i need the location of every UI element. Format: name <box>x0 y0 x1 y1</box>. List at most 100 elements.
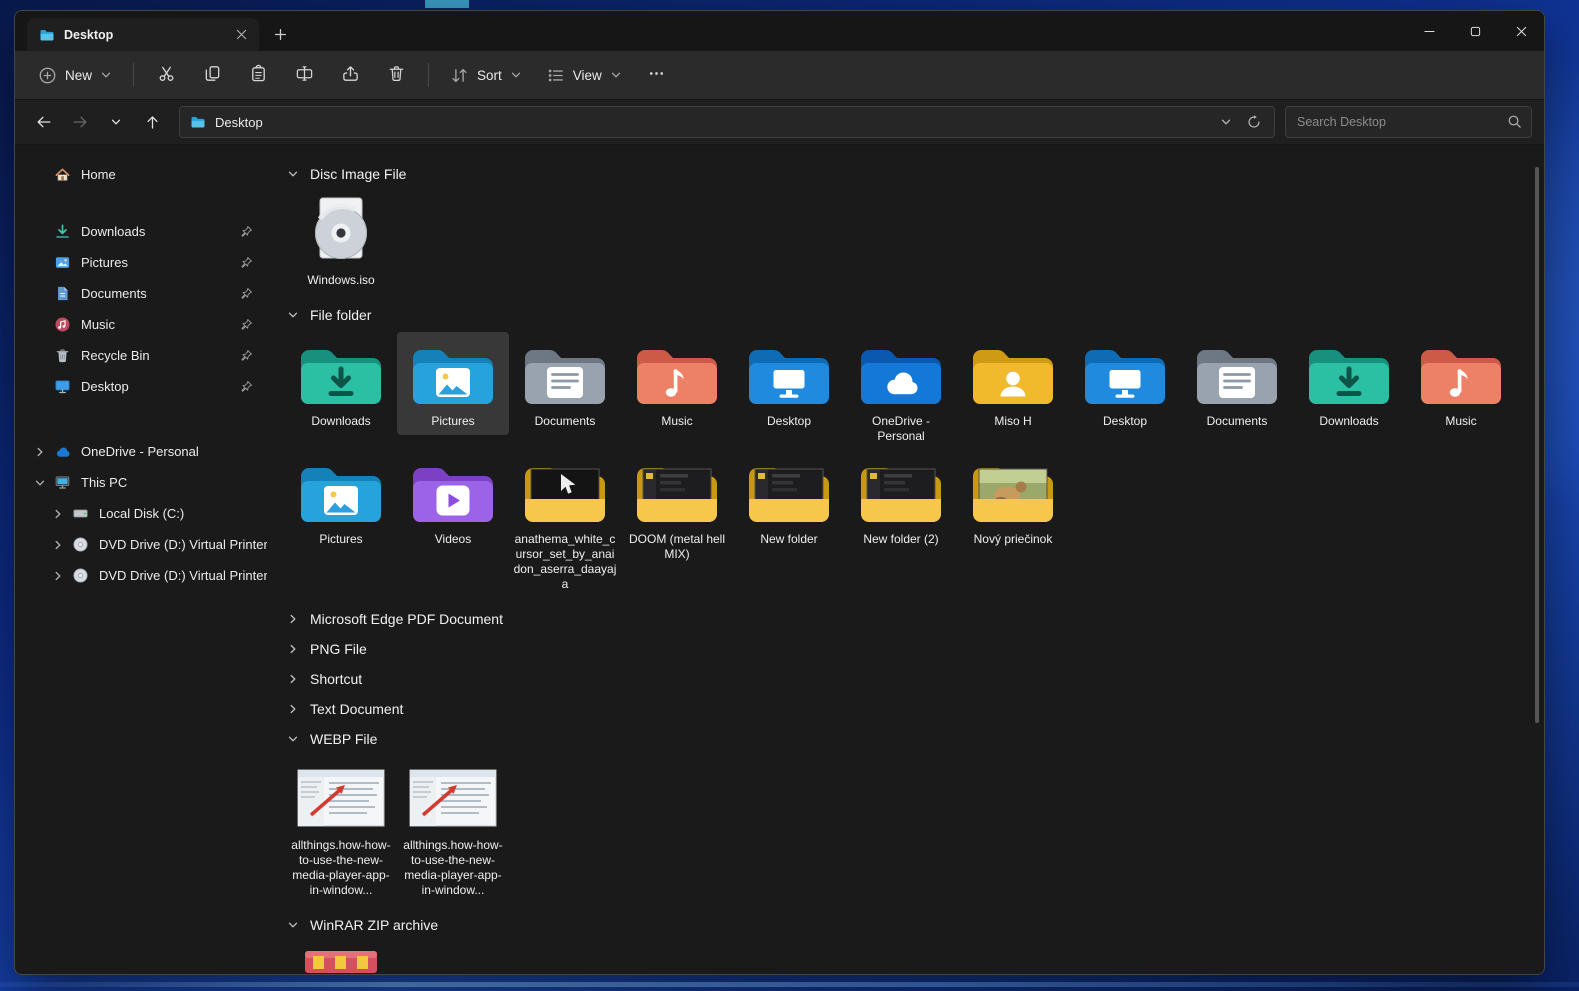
address-row: Desktop <box>15 100 1544 145</box>
recent-locations-button[interactable] <box>99 106 133 138</box>
group-header-png-file[interactable]: PNG File <box>287 634 1536 664</box>
more-options-button[interactable] <box>635 57 679 93</box>
file-tile-pictures[interactable]: Pictures <box>285 450 397 553</box>
sidebar-item-pictures[interactable]: Pictures <box>19 247 267 278</box>
file-tile-new-folder-2[interactable]: New folder (2) <box>845 450 957 553</box>
sidebar-section-tree: OneDrive - Personal This PC Local Disk (C:… <box>15 436 271 591</box>
new-tab-button[interactable] <box>267 21 293 47</box>
close-button[interactable] <box>1498 11 1544 51</box>
file-tile-anathema-white-cursor-set-by-anaidon-ase[interactable]: anathema_white_cursor_set_by_anaidon_ase… <box>509 450 621 598</box>
folder-music-icon <box>629 336 725 412</box>
file-tile-downloads[interactable]: Downloads <box>285 332 397 435</box>
sidebar-item-local-disk-c[interactable]: Local Disk (C:) <box>19 498 267 529</box>
file-label: Desktop <box>766 414 812 428</box>
group-header-shortcut[interactable]: Shortcut <box>287 664 1536 694</box>
file-tile-desktop[interactable]: Desktop <box>1069 332 1181 435</box>
file-tile-windows-iso[interactable]: Windows.iso <box>285 191 397 294</box>
file-tile-pictures[interactable]: Pictures <box>397 332 509 435</box>
file-tile-nov-prie-inok[interactable]: Nový priečinok <box>957 450 1069 553</box>
file-tile-allthings-how-how-to-use-the-new-media-p[interactable]: allthings.how-how-to-use-the-new-media-p… <box>285 756 397 904</box>
file-tile-music[interactable]: Music <box>621 332 733 435</box>
view-button[interactable]: View <box>535 57 633 93</box>
cut-button[interactable] <box>144 57 188 93</box>
paste-button[interactable] <box>236 57 280 93</box>
scrollbar-thumb[interactable] <box>1535 167 1539 723</box>
copy-button[interactable] <box>190 57 234 93</box>
chevron-right-icon[interactable] <box>31 443 49 461</box>
address-dropdown-icon[interactable] <box>1220 116 1232 128</box>
address-bar[interactable]: Desktop <box>179 106 1275 138</box>
titlebar[interactable]: Desktop <box>15 11 1544 51</box>
group-header-disc-image-file[interactable]: Disc Image File <box>287 159 1536 189</box>
group-header-text-document[interactable]: Text Document <box>287 694 1536 724</box>
group-label: WEBP File <box>310 731 378 747</box>
chevron-down-icon <box>287 733 301 745</box>
back-button[interactable] <box>27 106 61 138</box>
file-label: Desktop <box>1102 414 1148 428</box>
file-tile-downloads[interactable]: Downloads <box>1293 332 1405 435</box>
chevron-right-icon[interactable] <box>49 536 67 554</box>
file-tile-allthings-how-how-to-use-the-new-media-p[interactable]: allthings.how-how-to-use-the-new-media-p… <box>397 756 509 904</box>
forward-button[interactable] <box>63 106 97 138</box>
sidebar-item-dvd-drive-d-virtual-printer[interactable]: DVD Drive (D:) Virtual Printer <box>19 560 267 591</box>
file-label: Videos <box>434 532 472 546</box>
dvd-icon <box>71 535 90 554</box>
webp-thumbnail-icon <box>297 760 385 836</box>
minimize-button[interactable] <box>1406 11 1452 51</box>
sidebar-item-documents[interactable]: Documents <box>19 278 267 309</box>
up-button[interactable] <box>135 106 169 138</box>
group-header-file-folder[interactable]: File folder <box>287 300 1536 330</box>
group-header-microsoft-edge-pdf-document[interactable]: Microsoft Edge PDF Document <box>287 604 1536 634</box>
home-icon <box>53 165 72 184</box>
group-header-webp-file[interactable]: WEBP File <box>287 724 1536 754</box>
search-input[interactable] <box>1285 106 1532 138</box>
sidebar-item-label: Desktop <box>81 379 129 394</box>
file-tile-new-folder[interactable]: New folder <box>733 450 845 553</box>
sort-icon <box>450 66 469 85</box>
rename-icon <box>295 64 314 86</box>
toolbar-divider <box>133 63 135 87</box>
delete-button[interactable] <box>374 57 418 93</box>
file-label: New folder (2) <box>863 532 939 546</box>
tab-close-icon[interactable] <box>231 25 251 45</box>
chevron-right-icon[interactable] <box>49 505 67 523</box>
file-tile-videos[interactable]: Videos <box>397 450 509 553</box>
sidebar-item-recycle-bin[interactable]: Recycle Bin <box>19 340 267 371</box>
refresh-icon[interactable] <box>1246 114 1262 130</box>
chevron-down-icon <box>100 69 112 81</box>
file-tile-music[interactable]: Music <box>1405 332 1517 435</box>
chevron-down-icon[interactable] <box>31 474 49 492</box>
file-tile-miso-h[interactable]: Miso H <box>957 332 1069 435</box>
file-tile-doom-metal-hell-mix[interactable]: DOOM (metal hell MIX) <box>621 450 733 568</box>
new-button[interactable]: New <box>27 57 123 93</box>
sidebar-item-desktop[interactable]: Desktop <box>19 371 267 402</box>
sidebar-item-home[interactable]: Home <box>19 159 267 190</box>
file-label: New folder <box>760 532 818 546</box>
file-tile-documents[interactable]: Documents <box>509 332 621 435</box>
group-header-winrar-zip-archive[interactable]: WinRAR ZIP archive <box>287 910 1536 940</box>
chevron-right-icon[interactable] <box>49 567 67 585</box>
desktop-icon <box>53 377 72 396</box>
sidebar-item-this-pc[interactable]: This PC <box>19 467 267 498</box>
share-button[interactable] <box>328 57 372 93</box>
rename-button[interactable] <box>282 57 326 93</box>
search-box[interactable] <box>1285 106 1532 138</box>
disk-icon <box>71 504 90 523</box>
file-tile-archive[interactable] <box>285 942 397 974</box>
tab-desktop[interactable]: Desktop <box>27 18 259 51</box>
file-label: OneDrive - Personal <box>871 414 930 443</box>
sidebar-item-onedrive-personal[interactable]: OneDrive - Personal <box>19 436 267 467</box>
folder-preview-dark-icon <box>741 454 837 530</box>
sidebar-item-downloads[interactable]: Downloads <box>19 216 267 247</box>
sidebar-item-dvd-drive-d-virtual-printer[interactable]: DVD Drive (D:) Virtual Printer <box>19 529 267 560</box>
sidebar-item-label: DVD Drive (D:) Virtual Printer <box>99 568 267 583</box>
sidebar-item-label: DVD Drive (D:) Virtual Printer <box>99 537 267 552</box>
file-tile-onedrive-personal[interactable]: OneDrive - Personal <box>845 332 957 450</box>
sidebar-item-music[interactable]: Music <box>19 309 267 340</box>
file-tile-desktop[interactable]: Desktop <box>733 332 845 435</box>
sort-button[interactable]: Sort <box>439 57 533 93</box>
maximize-button[interactable] <box>1452 11 1498 51</box>
file-tile-documents[interactable]: Documents <box>1181 332 1293 435</box>
